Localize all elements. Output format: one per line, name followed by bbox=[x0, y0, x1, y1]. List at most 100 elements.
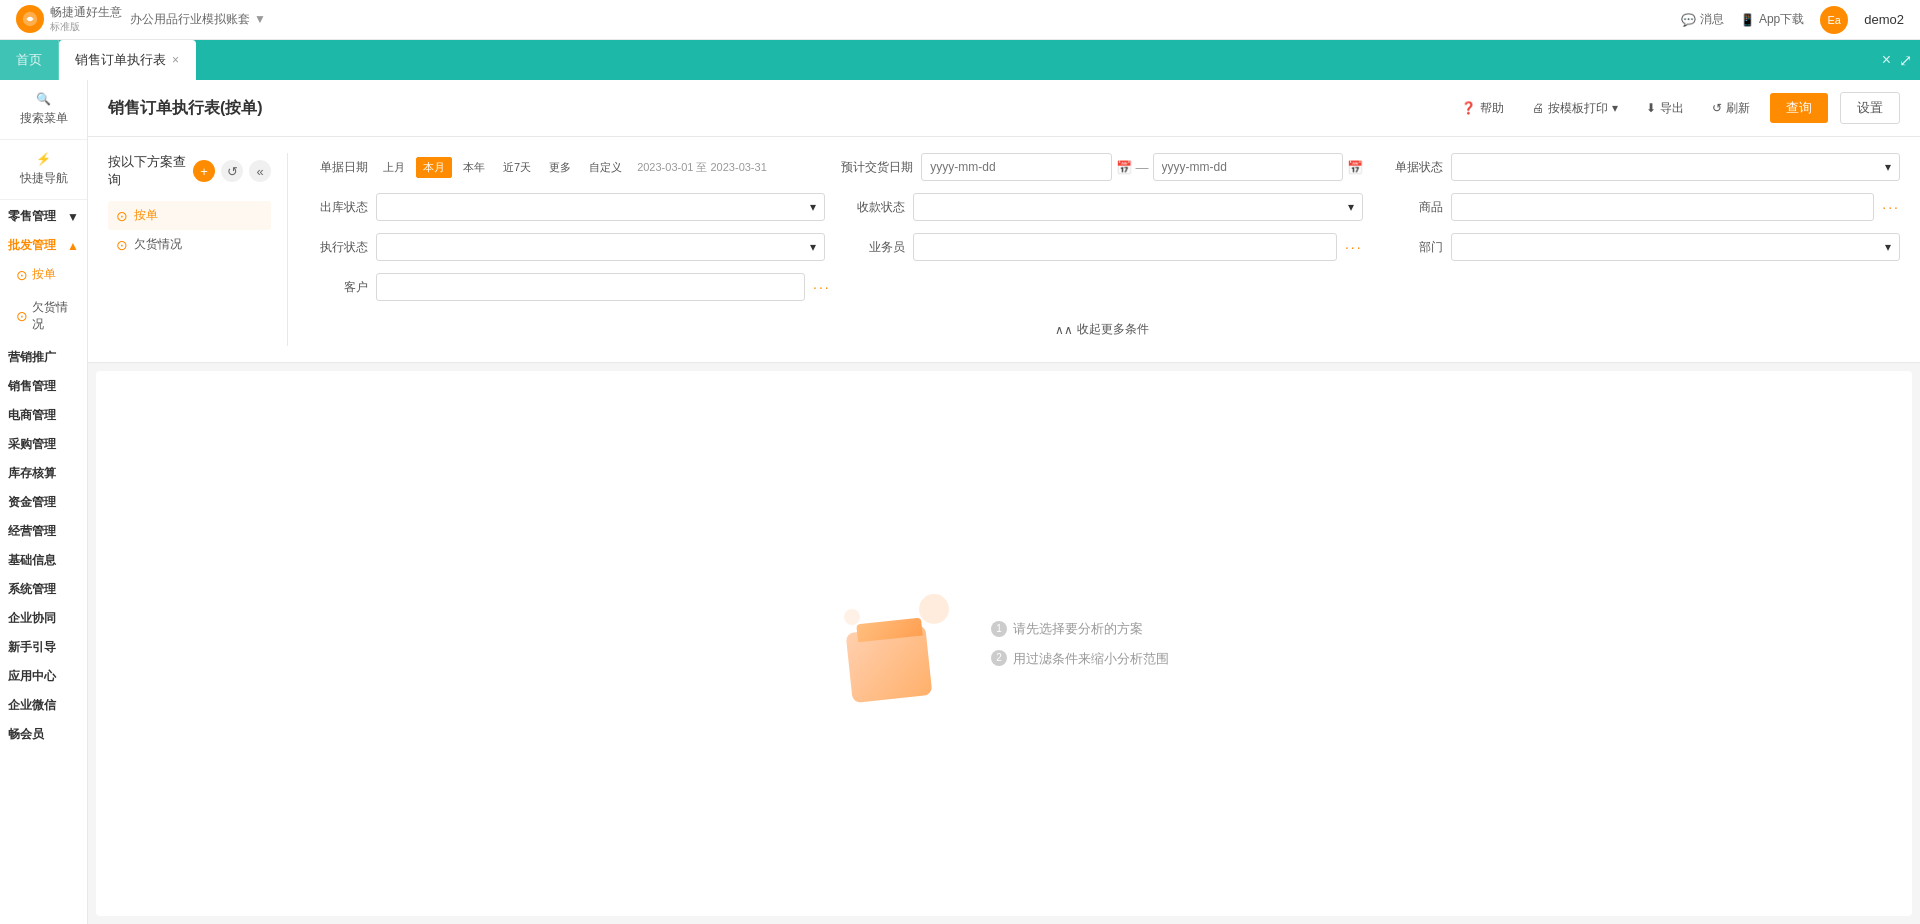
exec-status-select[interactable]: ▾ bbox=[376, 233, 825, 261]
settings-btn[interactable]: 设置 bbox=[1840, 92, 1900, 124]
customer-label: 客户 bbox=[304, 279, 368, 296]
sidebar-item-inventory[interactable]: 库存核算 bbox=[0, 457, 87, 486]
field-delivery-status: 出库状态 ▾ bbox=[304, 193, 825, 221]
calendar-end-icon[interactable]: 📅 bbox=[1347, 160, 1363, 175]
search-icon: 🔍 bbox=[36, 92, 51, 106]
customer-input[interactable] bbox=[376, 273, 805, 301]
filter-row-3: 执行状态 ▾ 业务员 ··· 部门 bbox=[304, 233, 1900, 261]
date-btn-last-month[interactable]: 上月 bbox=[376, 157, 412, 178]
delivery-status-select[interactable]: ▾ bbox=[376, 193, 825, 221]
expected-date-end[interactable] bbox=[1153, 153, 1343, 181]
breadcrumb: 办公用品行业模拟账套 ▼ bbox=[130, 11, 266, 28]
customer-dots[interactable]: ··· bbox=[813, 279, 831, 295]
tab-home[interactable]: 首页 bbox=[0, 40, 59, 80]
sidebar-item-operations[interactable]: 经营管理 bbox=[0, 515, 87, 544]
doc-status-select[interactable]: ▾ bbox=[1451, 153, 1900, 181]
dept-arrow: ▾ bbox=[1885, 240, 1891, 254]
date-btn-more[interactable]: 更多 bbox=[542, 157, 578, 178]
exec-status-arrow: ▾ bbox=[810, 240, 816, 254]
sidebar-item-wholesale[interactable]: 批发管理 ▲ bbox=[0, 229, 87, 258]
logo-icon bbox=[16, 5, 44, 33]
sidebar-item-appcenter[interactable]: 应用中心 bbox=[0, 660, 87, 689]
date-btn-this-year[interactable]: 本年 bbox=[456, 157, 492, 178]
logo-area: 畅捷通好生意 标准版 bbox=[16, 5, 122, 33]
avatar-text: Ea bbox=[1828, 14, 1841, 26]
scheme-refresh-btn[interactable]: ↺ bbox=[221, 160, 243, 182]
help-label: 帮助 bbox=[1480, 100, 1504, 117]
refresh-icon: ↺ bbox=[1712, 101, 1722, 115]
field-salesman: 业务员 ··· bbox=[841, 233, 1362, 261]
print-label: 按模板打印 bbox=[1548, 100, 1608, 117]
message-icon: 💬 bbox=[1681, 13, 1696, 27]
message-action[interactable]: 💬 消息 bbox=[1681, 11, 1724, 28]
query-btn[interactable]: 查询 bbox=[1770, 93, 1828, 123]
date-btn-7days[interactable]: 近7天 bbox=[496, 157, 538, 178]
goods-input[interactable] bbox=[1451, 193, 1875, 221]
payment-status-select[interactable]: ▾ bbox=[913, 193, 1362, 221]
goods-dots[interactable]: ··· bbox=[1882, 199, 1900, 215]
header-left: 畅捷通好生意 标准版 办公用品行业模拟账套 ▼ bbox=[16, 5, 266, 33]
breadcrumb-dropdown-icon[interactable]: ▼ bbox=[254, 12, 266, 26]
print-icon: 🖨 bbox=[1532, 101, 1544, 115]
print-btn[interactable]: 🖨 按模板打印 ▾ bbox=[1524, 96, 1626, 121]
sidebar-item-system[interactable]: 系统管理 bbox=[0, 573, 87, 602]
dept-select[interactable]: ▾ bbox=[1451, 233, 1900, 261]
refresh-btn[interactable]: ↺ 刷新 bbox=[1704, 96, 1758, 121]
date-btn-this-month[interactable]: 本月 bbox=[416, 157, 452, 178]
sidebar-item-basic[interactable]: 基础信息 bbox=[0, 544, 87, 573]
sidebar-item-sales[interactable]: 销售管理 bbox=[0, 370, 87, 399]
page-header: 销售订单执行表(按单) ❓ 帮助 🖨 按模板打印 ▾ ⬇ 导出 ↺ 刷新 bbox=[88, 80, 1920, 137]
empty-step2: 用过滤条件来缩小分析范围 bbox=[1013, 647, 1169, 670]
salesman-input[interactable] bbox=[913, 233, 1337, 261]
sidebar-quick-nav[interactable]: ⚡ 快捷导航 bbox=[0, 140, 87, 200]
settings-label: 设置 bbox=[1857, 99, 1883, 117]
sidebar-item-finance[interactable]: 资金管理 bbox=[0, 486, 87, 515]
sidebar-item-ecommerce[interactable]: 电商管理 bbox=[0, 399, 87, 428]
tab-active[interactable]: 销售订单执行表 × bbox=[59, 40, 196, 80]
salesman-dots[interactable]: ··· bbox=[1345, 239, 1363, 255]
sidebar-marketing-label: 营销推广 bbox=[8, 349, 56, 366]
sidebar-enterprise-label: 企业协同 bbox=[8, 610, 56, 627]
scheme-item-order[interactable]: ⊙ 按单 bbox=[108, 201, 271, 230]
app-download-action[interactable]: 📱 App下载 bbox=[1740, 11, 1804, 28]
print-dropdown-icon: ▾ bbox=[1612, 101, 1618, 115]
query-label: 查询 bbox=[1786, 99, 1812, 117]
sidebar-sales-label: 销售管理 bbox=[8, 378, 56, 395]
sidebar-item-member[interactable]: 畅会员 bbox=[0, 718, 87, 747]
sidebar-search[interactable]: 🔍 搜索菜单 bbox=[0, 80, 87, 140]
empty-text: 1 请先选择要分析的方案 2 用过滤条件来缩小分析范围 bbox=[991, 617, 1169, 670]
scheme-collapse-btn[interactable]: « bbox=[249, 160, 271, 182]
field-goods: 商品 ··· bbox=[1379, 193, 1900, 221]
expected-date-start[interactable] bbox=[921, 153, 1111, 181]
sidebar-sub-backorder-label: 欠货情况 bbox=[32, 299, 79, 333]
export-btn[interactable]: ⬇ 导出 bbox=[1638, 96, 1692, 121]
scheme-add-btn[interactable]: + bbox=[193, 160, 215, 182]
sidebar-sub-backorder[interactable]: ⊙ 欠货情况 bbox=[0, 291, 87, 341]
payment-status-arrow: ▾ bbox=[1348, 200, 1354, 214]
sidebar: 🔍 搜索菜单 ⚡ 快捷导航 零售管理 ▼ 批发管理 ▲ ⊙ 按单 ⊙ 欠货情况 … bbox=[0, 80, 88, 924]
collapse-row[interactable]: ∧∧ 收起更多条件 bbox=[304, 313, 1900, 346]
field-exec-status: 执行状态 ▾ bbox=[304, 233, 825, 261]
user-name[interactable]: demo2 bbox=[1864, 12, 1904, 27]
scheme-item-backorder[interactable]: ⊙ 欠货情况 bbox=[108, 230, 271, 259]
window-maximize-btn[interactable]: ⤢ bbox=[1899, 51, 1912, 70]
sidebar-item-retail[interactable]: 零售管理 ▼ bbox=[0, 200, 87, 229]
sidebar-appcenter-label: 应用中心 bbox=[8, 668, 56, 685]
window-close-btn[interactable]: × bbox=[1882, 51, 1891, 70]
tab-close-icon[interactable]: × bbox=[172, 53, 179, 67]
logo-subtitle: 标准版 bbox=[50, 20, 122, 34]
delivery-status-label: 出库状态 bbox=[304, 199, 368, 216]
sidebar-item-marketing[interactable]: 营销推广 bbox=[0, 341, 87, 370]
dept-label: 部门 bbox=[1379, 239, 1443, 256]
sidebar-item-wechat[interactable]: 企业微信 bbox=[0, 689, 87, 718]
filter-layout: 按以下方案查询 + ↺ « ⊙ 按单 ⊙ 欠货情况 bbox=[108, 153, 1900, 346]
sidebar-item-purchase[interactable]: 采购管理 bbox=[0, 428, 87, 457]
calendar-start-icon[interactable]: 📅 bbox=[1116, 160, 1132, 175]
sidebar-item-guide[interactable]: 新手引导 bbox=[0, 631, 87, 660]
date-btn-custom[interactable]: 自定义 bbox=[582, 157, 629, 178]
help-btn[interactable]: ❓ 帮助 bbox=[1453, 96, 1512, 121]
sidebar-retail-arrow: ▼ bbox=[67, 210, 79, 224]
sidebar-item-enterprise[interactable]: 企业协同 bbox=[0, 602, 87, 631]
filter-right: 单据日期 上月 本月 本年 近7天 更多 自定义 2023-03-01 至 20… bbox=[288, 153, 1900, 346]
sidebar-sub-order[interactable]: ⊙ 按单 bbox=[0, 258, 87, 291]
